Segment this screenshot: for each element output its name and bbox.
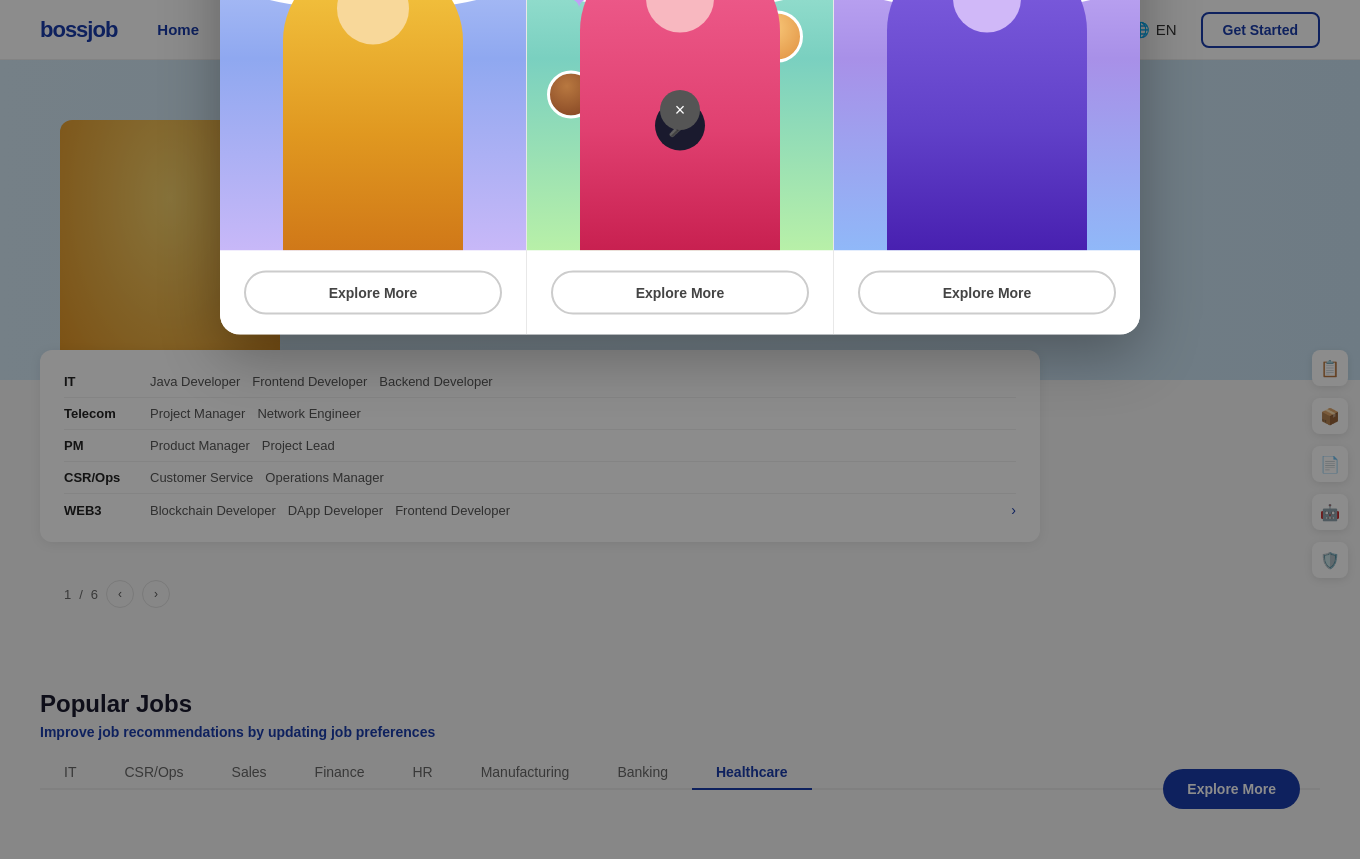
explore-remote-container: Explore More [527,251,833,335]
modal-panel-local: Find local jobs Talk to Boss from your c… [220,0,526,335]
person-local [283,0,463,251]
explore-talents-container: Explore More [834,251,1140,335]
person-head [337,0,409,45]
modal-panel-talents: Find talents Post jobs,find talents,hire… [833,0,1140,335]
explore-local-container: Explore More [220,251,526,335]
explore-remote-button[interactable]: Explore More [551,271,809,315]
modal-panel-remote: Find remote jobs Talk to Boss from aroun… [526,0,833,335]
person-head-3 [953,0,1021,33]
find-jobs-modal: Find local jobs Talk to Boss from your c… [220,0,1140,335]
person-talents [887,0,1087,251]
person-head-2 [646,0,714,33]
explore-talents-button[interactable]: Explore More [858,271,1116,315]
panel-local-visual [220,0,526,251]
panel-talents-visual [834,0,1140,251]
explore-local-button[interactable]: Explore More [244,271,502,315]
modal-close-button[interactable]: × [660,90,700,130]
